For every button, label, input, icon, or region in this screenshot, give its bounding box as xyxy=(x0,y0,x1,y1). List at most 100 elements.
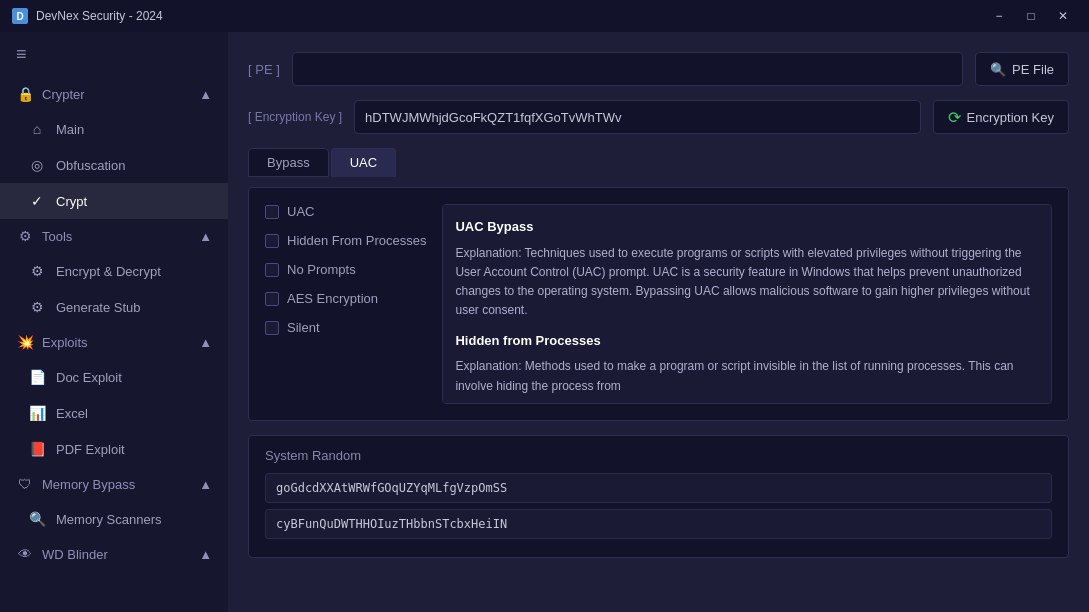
checkbox-aes-encryption[interactable]: AES Encryption xyxy=(265,291,426,306)
sidebar-section-header-crypter[interactable]: 🔒 Crypter ▲ xyxy=(0,77,228,111)
pe-file-button[interactable]: 🔍 PE File xyxy=(975,52,1069,86)
sidebar-section-memory-bypass: 🛡 Memory Bypass ▲ 🔍 Memory Scanners xyxy=(0,467,228,537)
obfuscation-icon: ◎ xyxy=(28,156,46,174)
tabs-bar: Bypass UAC xyxy=(248,148,1069,177)
pe-input[interactable] xyxy=(292,52,963,86)
random-value-1: goGdcdXXAtWRWfGOqUZYqMLfgVzpOmSS xyxy=(265,473,1052,503)
hamburger-icon[interactable]: ≡ xyxy=(0,32,228,77)
checkboxes-panel: UAC Hidden From Processes No Prompts AES… xyxy=(265,204,426,404)
titlebar: D DevNex Security - 2024 − □ ✕ xyxy=(0,0,1089,32)
random-value-2: cyBFunQuDWTHHOIuzTHbbnSTcbxHeiIN xyxy=(265,509,1052,539)
sidebar-item-excel[interactable]: 📊 Excel xyxy=(0,395,228,431)
check-icon: ✓ xyxy=(28,192,46,210)
sidebar-section-tools: ⚙ Tools ▲ ⚙ Encrypt & Decrypt ⚙ Generate… xyxy=(0,219,228,325)
sidebar-item-doc-exploit-label: Doc Exploit xyxy=(56,370,122,385)
sidebar-section-header-memory-bypass[interactable]: 🛡 Memory Bypass ▲ xyxy=(0,467,228,501)
checkbox-silent-box xyxy=(265,321,279,335)
checkbox-hidden-label: Hidden From Processes xyxy=(287,233,426,248)
pe-label: [ PE ] xyxy=(248,62,280,77)
crypter-label: Crypter xyxy=(42,87,85,102)
sidebar-item-generate-stub-label: Generate Stub xyxy=(56,300,141,315)
enc-row: [ Encryption Key ] ⟳ Encryption Key xyxy=(248,100,1069,134)
description-panel: UAC Bypass Explanation: Techniques used … xyxy=(442,204,1052,404)
encrypt-icon: ⚙ xyxy=(28,262,46,280)
desc-title-uac-bypass: UAC Bypass xyxy=(455,217,1039,238)
enc-btn-label: Encryption Key xyxy=(967,110,1054,125)
wd-blinder-label: WD Blinder xyxy=(42,547,108,562)
eye-icon: 👁 xyxy=(16,545,34,563)
sidebar: ≡ 🔒 Crypter ▲ ⌂ Main ◎ Obfuscation ✓ Cry… xyxy=(0,32,228,612)
checkbox-no-prompts[interactable]: No Prompts xyxy=(265,262,426,277)
checkbox-hidden-box xyxy=(265,234,279,248)
chevron-up-icon: ▲ xyxy=(199,87,212,102)
key-icon: ⟳ xyxy=(948,108,961,127)
sidebar-section-crypter: 🔒 Crypter ▲ ⌂ Main ◎ Obfuscation ✓ Crypt xyxy=(0,77,228,219)
checkbox-no-prompts-label: No Prompts xyxy=(287,262,356,277)
sidebar-item-obfuscation-label: Obfuscation xyxy=(56,158,125,173)
app-body: ≡ 🔒 Crypter ▲ ⌂ Main ◎ Obfuscation ✓ Cry… xyxy=(0,32,1089,612)
sidebar-item-memory-scanners[interactable]: 🔍 Memory Scanners xyxy=(0,501,228,537)
sidebar-section-wd-blinder: 👁 WD Blinder ▲ xyxy=(0,537,228,571)
excel-icon: 📊 xyxy=(28,404,46,422)
sidebar-item-obfuscation[interactable]: ◎ Obfuscation xyxy=(0,147,228,183)
sidebar-item-pdf-exploit-label: PDF Exploit xyxy=(56,442,125,457)
sidebar-item-main[interactable]: ⌂ Main xyxy=(0,111,228,147)
shield-icon: 🛡 xyxy=(16,475,34,493)
app-title: DevNex Security - 2024 xyxy=(36,9,163,23)
checkbox-no-prompts-box xyxy=(265,263,279,277)
desc-title-hidden-processes: Hidden from Processes xyxy=(455,331,1039,352)
sidebar-section-header-wd-blinder[interactable]: 👁 WD Blinder ▲ xyxy=(0,537,228,571)
pdf-icon: 📕 xyxy=(28,440,46,458)
chevron-down-icon-wd: ▲ xyxy=(199,547,212,562)
checkbox-silent[interactable]: Silent xyxy=(265,320,426,335)
checkbox-aes-box xyxy=(265,292,279,306)
lock-icon: 🔒 xyxy=(16,85,34,103)
sidebar-section-header-tools[interactable]: ⚙ Tools ▲ xyxy=(0,219,228,253)
tools-label: Tools xyxy=(42,229,72,244)
sidebar-item-memory-scanners-label: Memory Scanners xyxy=(56,512,161,527)
titlebar-left: D DevNex Security - 2024 xyxy=(12,8,163,24)
sidebar-item-encrypt-decrypt[interactable]: ⚙ Encrypt & Decrypt xyxy=(0,253,228,289)
enc-label: [ Encryption Key ] xyxy=(248,110,342,124)
content-area: [ PE ] 🔍 PE File [ Encryption Key ] ⟳ En… xyxy=(228,32,1089,612)
checkbox-hidden-from-processes[interactable]: Hidden From Processes xyxy=(265,233,426,248)
search-icon: 🔍 xyxy=(990,62,1006,77)
exploits-icon: 💥 xyxy=(16,333,34,351)
chevron-up-icon-tools: ▲ xyxy=(199,229,212,244)
sidebar-item-doc-exploit[interactable]: 📄 Doc Exploit xyxy=(0,359,228,395)
sidebar-item-excel-label: Excel xyxy=(56,406,88,421)
enc-input[interactable] xyxy=(354,100,921,134)
sidebar-section-header-exploits[interactable]: 💥 Exploits ▲ xyxy=(0,325,228,359)
app-icon: D xyxy=(12,8,28,24)
tab-uac[interactable]: UAC xyxy=(331,148,396,177)
enc-key-button[interactable]: ⟳ Encryption Key xyxy=(933,100,1069,134)
sidebar-item-generate-stub[interactable]: ⚙ Generate Stub xyxy=(0,289,228,325)
chevron-up-icon-exploits: ▲ xyxy=(199,335,212,350)
exploits-label: Exploits xyxy=(42,335,88,350)
maximize-button[interactable]: □ xyxy=(1017,6,1045,26)
home-icon: ⌂ xyxy=(28,120,46,138)
checkbox-silent-label: Silent xyxy=(287,320,320,335)
checkbox-uac[interactable]: UAC xyxy=(265,204,426,219)
sidebar-item-crypt[interactable]: ✓ Crypt xyxy=(0,183,228,219)
sidebar-item-crypt-label: Crypt xyxy=(56,194,87,209)
checkbox-uac-label: UAC xyxy=(287,204,314,219)
checkbox-aes-label: AES Encryption xyxy=(287,291,378,306)
close-button[interactable]: ✕ xyxy=(1049,6,1077,26)
desc-body-uac-bypass: Explanation: Techniques used to execute … xyxy=(455,244,1039,321)
stub-icon: ⚙ xyxy=(28,298,46,316)
tools-icon: ⚙ xyxy=(16,227,34,245)
tab-bypass[interactable]: Bypass xyxy=(248,148,329,177)
memory-bypass-label: Memory Bypass xyxy=(42,477,135,492)
pe-btn-label: PE File xyxy=(1012,62,1054,77)
desc-body-hidden-processes: Explanation: Methods used to make a prog… xyxy=(455,357,1039,395)
checkbox-uac-box xyxy=(265,205,279,219)
sidebar-item-main-label: Main xyxy=(56,122,84,137)
system-random-panel: System Random goGdcdXXAtWRWfGOqUZYqMLfgV… xyxy=(248,435,1069,558)
minimize-button[interactable]: − xyxy=(985,6,1013,26)
doc-icon: 📄 xyxy=(28,368,46,386)
sidebar-item-pdf-exploit[interactable]: 📕 PDF Exploit xyxy=(0,431,228,467)
sidebar-item-encrypt-decrypt-label: Encrypt & Decrypt xyxy=(56,264,161,279)
pe-row: [ PE ] 🔍 PE File xyxy=(248,52,1069,86)
scan-icon: 🔍 xyxy=(28,510,46,528)
